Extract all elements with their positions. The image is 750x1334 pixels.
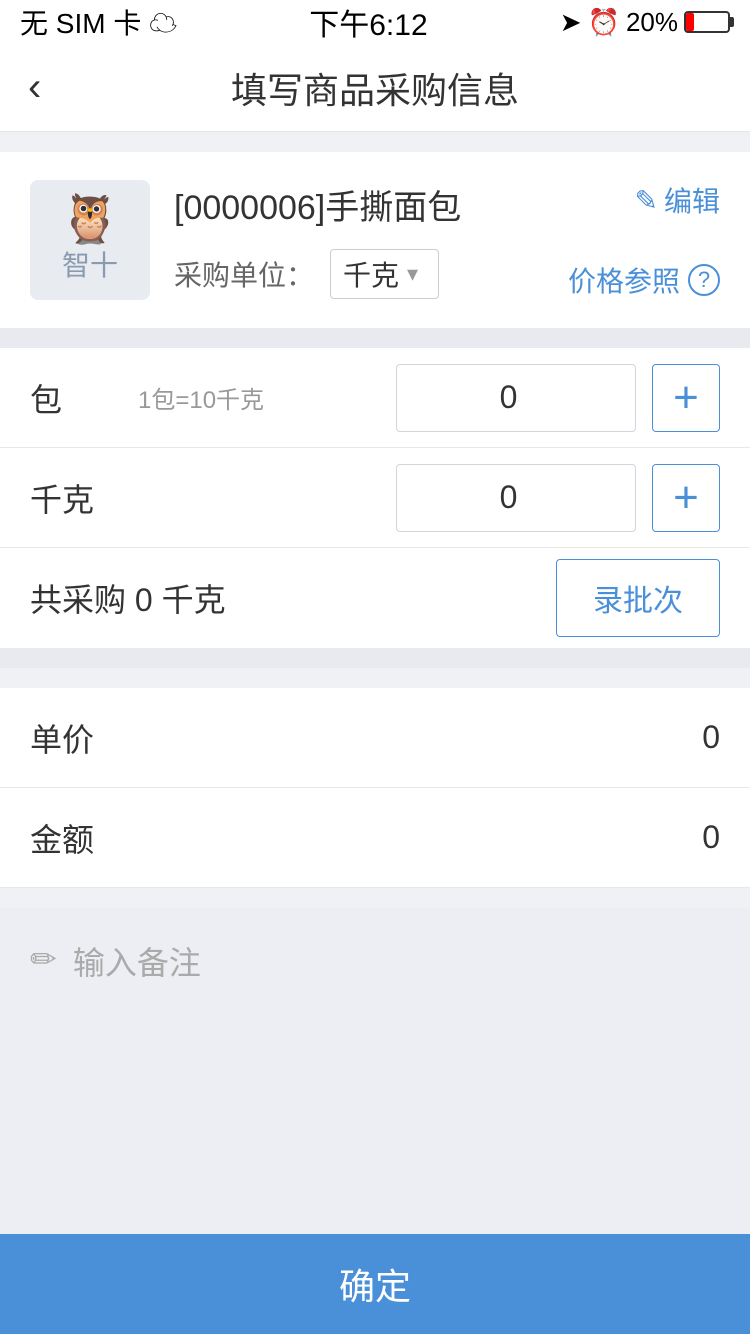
amount-value: 0 (702, 819, 720, 856)
price-reference-button[interactable]: 价格参照 ? (568, 260, 720, 300)
price-ref-label: 价格参照 (568, 260, 680, 300)
product-image: 🦉 智十 (30, 180, 150, 300)
summary-text: 共采购 0 千克 (30, 575, 226, 621)
bag-input-row: 包 1包=10千克 + (0, 348, 750, 448)
unit-value: 千克 (343, 254, 399, 294)
edit-button[interactable]: ✎ 编辑 (635, 180, 720, 220)
page-title: 填写商品采购信息 (231, 62, 519, 114)
notes-section[interactable]: ✏ 输入备注 (0, 908, 750, 1108)
edit-icon: ✎ (635, 184, 658, 217)
alarm-icon: ⏰ (588, 7, 620, 38)
record-batch-button[interactable]: 录批次 (556, 559, 720, 637)
kg-plus-button[interactable]: + (652, 464, 720, 532)
kg-label: 千克 (30, 475, 130, 521)
section-divider-1 (0, 328, 750, 348)
brand-label: 智十 (62, 244, 118, 284)
bag-label: 包 (30, 375, 130, 421)
status-time: 下午6:12 (309, 0, 427, 44)
bag-input[interactable] (396, 364, 636, 432)
amount-row: 金额 0 (0, 788, 750, 888)
bag-input-right: + (396, 364, 720, 432)
status-left: 无 SIM 卡 ☁ (20, 2, 177, 42)
back-button[interactable]: ‹ (28, 65, 41, 110)
section-divider-2 (0, 648, 750, 668)
status-right: ➤ ⏰ 20% (560, 7, 730, 38)
unit-label: 采购单位： (174, 254, 314, 294)
status-bar: 无 SIM 卡 ☁ 下午6:12 ➤ ⏰ 20% (0, 0, 750, 44)
product-card: 🦉 智十 [0000006]手撕面包 采购单位： 千克 ▾ ✎ 编辑 价格参照 … (0, 152, 750, 328)
battery-percent: 20% (626, 7, 678, 38)
unit-price-label: 单价 (30, 715, 94, 761)
kg-input[interactable] (396, 464, 636, 532)
battery-icon (684, 11, 730, 33)
owl-icon: 🦉 (60, 196, 120, 244)
battery-fill (686, 13, 694, 31)
unit-price-row: 单价 0 (0, 688, 750, 788)
kg-input-row: 千克 + (0, 448, 750, 548)
pencil-icon: ✏ (30, 940, 57, 978)
edit-label: 编辑 (664, 180, 720, 220)
location-icon: ➤ (560, 7, 582, 38)
bag-plus-button[interactable]: + (652, 364, 720, 432)
chevron-down-icon: ▾ (407, 261, 418, 287)
unit-price-value: 0 (702, 719, 720, 756)
confirm-bar[interactable]: 确定 (0, 1234, 750, 1334)
amount-label: 金额 (30, 815, 94, 861)
notes-placeholder: 输入备注 (73, 938, 201, 984)
kg-input-right: + (396, 464, 720, 532)
bag-sublabel: 1包=10千克 (138, 380, 264, 415)
summary-row: 共采购 0 千克 录批次 (0, 548, 750, 648)
nav-bar: ‹ 填写商品采购信息 (0, 44, 750, 132)
info-section: 单价 0 金额 0 (0, 688, 750, 888)
help-icon: ? (688, 264, 720, 296)
confirm-button[interactable]: 确定 (339, 1258, 411, 1310)
unit-select[interactable]: 千克 ▾ (330, 249, 439, 299)
input-section: 包 1包=10千克 + 千克 + (0, 348, 750, 548)
sim-label: 无 SIM 卡 ☁ (20, 2, 177, 42)
